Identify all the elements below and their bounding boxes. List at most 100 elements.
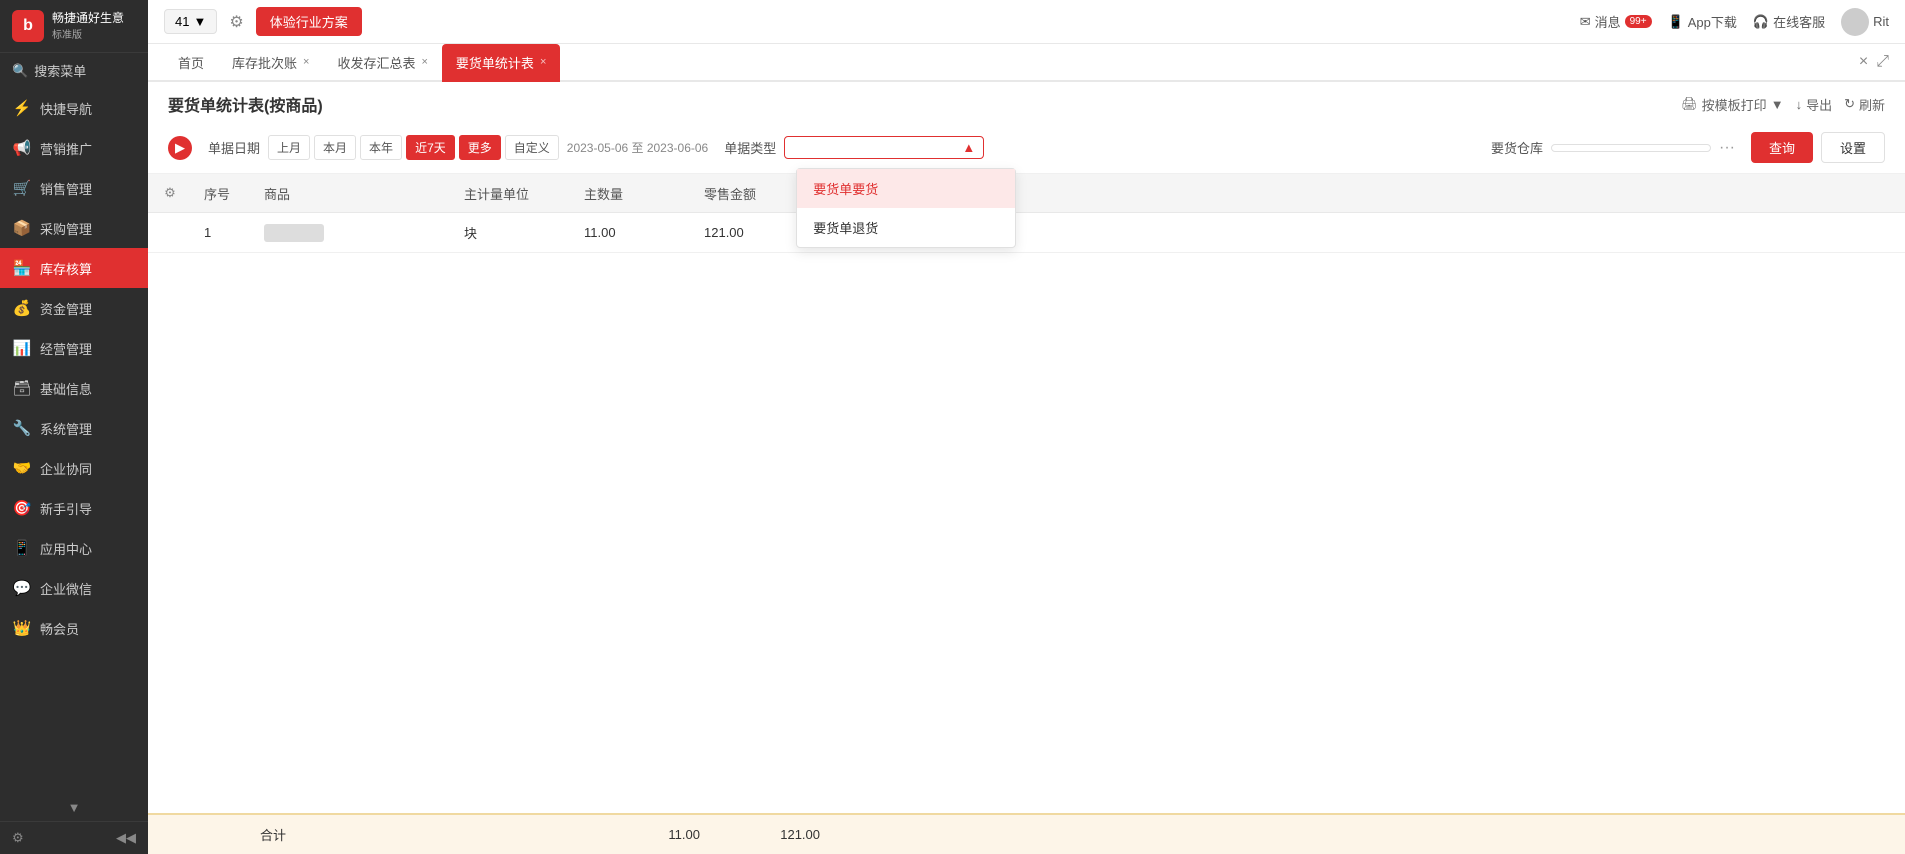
warehouse-more-options[interactable]: ··· <box>1719 139 1735 157</box>
type-search-field[interactable] <box>793 140 958 155</box>
sidebar-item-inventory[interactable]: 🏪 库存核算 <box>0 248 148 288</box>
date-btn-last-month[interactable]: 上月 <box>268 135 310 160</box>
tab-collect-summary[interactable]: 收发存汇总表 × <box>323 44 441 82</box>
date-btn-more[interactable]: 更多 <box>459 135 501 160</box>
tab-order-summary[interactable]: 要货单统计表 × <box>442 44 560 82</box>
sidebar-item-sales[interactable]: 🛒 销售管理 <box>0 168 148 208</box>
tab-close-all-icon[interactable]: × <box>1859 53 1868 71</box>
sidebar-item-app-center[interactable]: 📱 应用中心 <box>0 528 148 568</box>
inventory-icon: 🏪 <box>12 258 32 278</box>
finance-icon: 💰 <box>12 298 32 318</box>
sidebar-item-basic-info[interactable]: 🗃 基础信息 <box>0 368 148 408</box>
filter-toggle-btn[interactable]: ▶ <box>168 136 192 160</box>
sidebar-item-label: 基础信息 <box>40 379 92 398</box>
filter-bar: ▶ 单据日期 上月 本月 本年 近7天 更多 自定义 2023-05-06 至 … <box>148 122 1905 174</box>
sidebar-nav: ⚡ 快捷导航 📢 营销推广 🛒 销售管理 📦 采购管理 🏪 库存核算 💰 资金管… <box>0 88 148 794</box>
avatar <box>1841 8 1869 36</box>
warehouse-filter-input[interactable] <box>1551 144 1711 152</box>
sidebar-item-operations[interactable]: 📊 经营管理 <box>0 328 148 368</box>
sidebar-item-label: 畅会员 <box>40 619 79 638</box>
message-icon: ✉ <box>1580 14 1591 30</box>
sidebar-item-guide[interactable]: 🎯 新手引导 <box>0 488 148 528</box>
app-logo-icon: b <box>12 10 44 42</box>
tab-home[interactable]: 首页 <box>164 44 218 82</box>
cell-amount: 121.00 <box>692 213 812 253</box>
date-btn-this-year[interactable]: 本年 <box>360 135 402 160</box>
print-icon: 🖨 <box>1681 96 1698 112</box>
sidebar-item-member[interactable]: 👑 畅会员 <box>0 608 148 648</box>
page-header: 要货单统计表(按商品) 🖨 按模板打印 ▼ ↓ 导出 ↻ 刷新 <box>148 82 1905 122</box>
print-label: 按模板打印 <box>1702 95 1767 114</box>
sidebar-item-finance[interactable]: 💰 资金管理 <box>0 288 148 328</box>
query-button[interactable]: 查询 <box>1751 132 1813 163</box>
tab-collect-summary-close[interactable]: × <box>421 56 427 68</box>
sidebar: b 畅捷通好生意 标准版 🔍 搜索菜单 ⚡ 快捷导航 📢 营销推广 🛒 销售管理… <box>0 0 148 854</box>
table-header-row: ⚙ 序号 商品 主计量单位 主数量 零售金额 <box>148 174 1905 213</box>
user-name: Rit <box>1873 14 1889 29</box>
online-service-item[interactable]: 🎧 在线客服 <box>1753 12 1825 31</box>
cell-qty: 11.00 <box>572 213 692 253</box>
message-item[interactable]: ✉ 消息 99+ <box>1580 12 1652 31</box>
dropdown-item-order-return[interactable]: 要货单退货 <box>797 208 1015 247</box>
sidebar-item-purchase[interactable]: 📦 采购管理 <box>0 208 148 248</box>
sidebar-item-quick-nav[interactable]: ⚡ 快捷导航 <box>0 88 148 128</box>
export-action[interactable]: ↓ 导出 <box>1796 95 1833 114</box>
sidebar-scroll-down[interactable]: ▼ <box>0 794 148 821</box>
app-download-item[interactable]: 📱 App下载 <box>1668 12 1737 31</box>
topbar-right: ✉ 消息 99+ 📱 App下载 🎧 在线客服 Rit <box>1580 8 1889 36</box>
table-row: 1 ■■■ ■■ 块 11.00 121.00 <box>148 213 1905 253</box>
sidebar-item-system[interactable]: 🔧 系统管理 <box>0 408 148 448</box>
sidebar-item-cooperation[interactable]: 🤝 企业协同 <box>0 448 148 488</box>
sidebar-item-wechat[interactable]: 💬 企业微信 <box>0 568 148 608</box>
sidebar-item-label: 库存核算 <box>40 259 92 278</box>
date-btn-7days[interactable]: 近7天 <box>406 135 455 160</box>
tab-collect-summary-label: 收发存汇总表 <box>337 53 415 72</box>
type-filter-input[interactable]: ▲ <box>784 136 984 159</box>
tab-inventory-batch[interactable]: 库存批次账 × <box>218 44 323 82</box>
promo-button[interactable]: 体验行业方案 <box>256 7 362 36</box>
col-unit-header: 主计量单位 <box>452 174 572 213</box>
table-settings-icon[interactable]: ⚙ <box>160 183 180 203</box>
date-filter-buttons: 上月 本月 本年 近7天 更多 自定义 <box>268 135 559 160</box>
settings-gear-icon[interactable]: ⚙ <box>229 12 243 32</box>
sidebar-item-label: 应用中心 <box>40 539 92 558</box>
app-name: 畅捷通好生意 <box>52 11 124 27</box>
store-id: 41 <box>175 14 189 29</box>
sidebar-item-marketing[interactable]: 📢 营销推广 <box>0 128 148 168</box>
footer-qty: 11.00 <box>580 827 700 842</box>
col-amount-header: 零售金额 <box>692 174 812 213</box>
sidebar-settings-icon[interactable]: ⚙ <box>12 830 24 846</box>
sidebar-collapse-btn[interactable]: ◀◀ <box>116 830 136 846</box>
tab-order-summary-close[interactable]: × <box>540 56 546 68</box>
dropdown-item-order-goods[interactable]: 要货单要货 <box>797 169 1015 208</box>
export-icon: ↓ <box>1796 97 1803 112</box>
col-qty-header: 主数量 <box>572 174 692 213</box>
date-btn-custom[interactable]: 自定义 <box>505 135 559 160</box>
operations-icon: 📊 <box>12 338 32 358</box>
tabbar: 首页 库存批次账 × 收发存汇总表 × 要货单统计表 × × ⤢ <box>148 44 1905 82</box>
tab-inventory-batch-close[interactable]: × <box>303 56 309 68</box>
data-table: ⚙ 序号 商品 主计量单位 主数量 零售金额 1 ■■■ ■■ <box>148 174 1905 253</box>
guide-icon: 🎯 <box>12 498 32 518</box>
topbar: 41 ▼ ⚙ 体验行业方案 ✉ 消息 99+ 📱 App下载 🎧 在线客服 R <box>148 0 1905 44</box>
type-filter-label: 单据类型 <box>724 138 776 157</box>
filter-action-buttons: 查询 设置 <box>1751 132 1885 163</box>
tab-expand-icon[interactable]: ⤢ <box>1876 53 1889 71</box>
tab-home-label: 首页 <box>178 53 204 72</box>
user-avatar-item[interactable]: Rit <box>1841 8 1889 36</box>
table-area: ⚙ 序号 商品 主计量单位 主数量 零售金额 1 ■■■ ■■ <box>148 174 1905 813</box>
tab-inventory-batch-label: 库存批次账 <box>232 53 297 72</box>
app-download-icon: 📱 <box>1668 14 1684 30</box>
search-menu-item[interactable]: 🔍 搜索菜单 <box>0 53 148 88</box>
store-selector[interactable]: 41 ▼ <box>164 9 217 34</box>
topbar-left: 41 ▼ ⚙ 体验行业方案 <box>164 7 362 36</box>
sidebar-item-label: 销售管理 <box>40 179 92 198</box>
filter-settings-button[interactable]: 设置 <box>1821 132 1885 163</box>
print-action[interactable]: 🖨 按模板打印 ▼ <box>1681 95 1783 114</box>
goods-blurred-text: ■■■ ■■ <box>264 224 324 242</box>
store-dropdown-icon: ▼ <box>193 14 206 29</box>
type-dropdown-arrow: ▲ <box>962 140 975 155</box>
date-btn-this-month[interactable]: 本月 <box>314 135 356 160</box>
purchase-icon: 📦 <box>12 218 32 238</box>
refresh-action[interactable]: ↻ 刷新 <box>1844 95 1885 114</box>
